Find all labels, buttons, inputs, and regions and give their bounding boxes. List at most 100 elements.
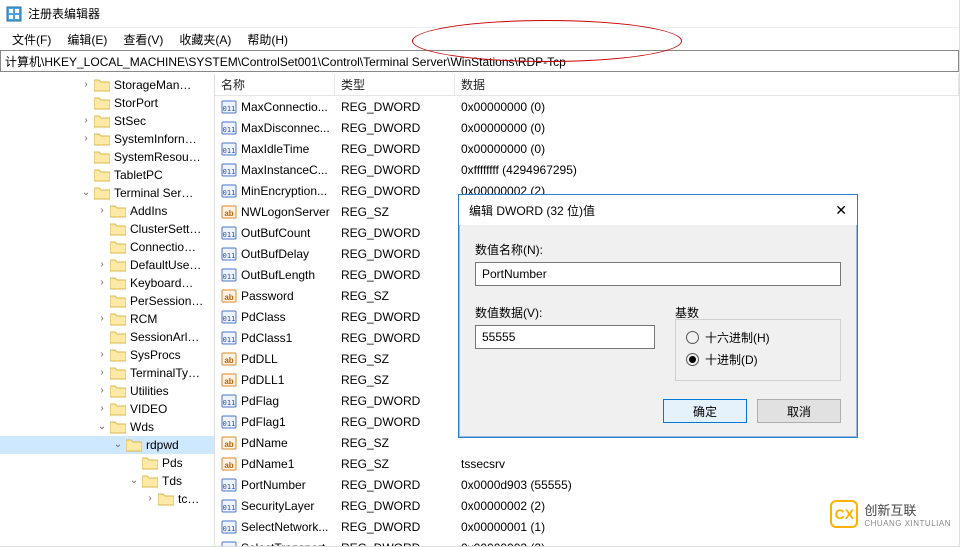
tree-item[interactable]: ›StorageMan… — [0, 76, 214, 94]
tree-item[interactable]: › Keyboard… — [0, 274, 214, 292]
radio-hex-icon[interactable] — [686, 331, 699, 344]
tree-item[interactable]: SystemResou… — [0, 148, 214, 166]
value-type: REG_SZ — [335, 205, 455, 219]
tree-item-label: Terminal Ser… — [114, 184, 193, 202]
base-fieldset: 十六进制(H) 十进制(D) — [675, 319, 841, 381]
menu-file[interactable]: 文件(F) — [4, 29, 59, 50]
radio-dec-row[interactable]: 十进制(D) — [686, 348, 830, 370]
svg-text:ab: ab — [224, 293, 233, 302]
chevron-right-icon[interactable]: › — [96, 256, 108, 274]
tree-item-label: tc… — [178, 490, 199, 508]
tree-item-label: RCM — [130, 310, 157, 328]
chevron-right-icon[interactable]: › — [80, 130, 92, 148]
chevron-down-icon[interactable]: ⌄ — [112, 436, 124, 454]
chevron-right-icon[interactable]: › — [96, 364, 108, 382]
string-value-icon: ab — [221, 204, 237, 220]
tree-item-label: VIDEO — [130, 400, 167, 418]
svg-text:011: 011 — [223, 168, 236, 176]
value-type: REG_DWORD — [335, 499, 455, 513]
table-row[interactable]: 011MaxIdleTimeREG_DWORD0x00000000 (0) — [215, 138, 959, 159]
tree-item[interactable]: ›Utilities — [0, 382, 214, 400]
value-name: OutBufDelay — [241, 247, 309, 261]
radio-hex-row[interactable]: 十六进制(H) — [686, 326, 830, 348]
chevron-down-icon[interactable]: ⌄ — [128, 472, 140, 490]
tree-item[interactable]: ⌄ Terminal Ser… — [0, 184, 214, 202]
address-bar[interactable]: 计算机\HKEY_LOCAL_MACHINE\SYSTEM\ControlSet… — [0, 50, 959, 72]
chevron-right-icon[interactable]: › — [144, 490, 156, 508]
value-type: REG_DWORD — [335, 142, 455, 156]
table-row[interactable]: 011MaxConnectio...REG_DWORD0x00000000 (0… — [215, 96, 959, 117]
value-type: REG_DWORD — [335, 268, 455, 282]
table-row[interactable]: 011PortNumberREG_DWORD0x0000d903 (55555) — [215, 474, 959, 495]
tree-item[interactable]: PerSession… — [0, 292, 214, 310]
col-header-type[interactable]: 类型 — [335, 74, 455, 95]
tree-item[interactable]: › VIDEO — [0, 400, 214, 418]
tree-item[interactable]: ClusterSett… — [0, 220, 214, 238]
chevron-right-icon[interactable]: › — [96, 400, 108, 418]
table-row[interactable]: 011SelectTransportREG_DWORD0x00000002 (2… — [215, 537, 959, 547]
chevron-right-icon[interactable]: › — [96, 382, 108, 400]
chevron-down-icon[interactable]: ⌄ — [80, 184, 92, 202]
tree-item[interactable]: ›TerminalTy… — [0, 364, 214, 382]
value-type: REG_SZ — [335, 289, 455, 303]
col-header-data[interactable]: 数据 — [455, 74, 959, 95]
tree-item[interactable]: Pds — [0, 454, 214, 472]
value-name: PdFlag1 — [241, 415, 286, 429]
value-type: REG_DWORD — [335, 226, 455, 240]
value-type: REG_DWORD — [335, 541, 455, 547]
value-data: 0xffffffff (4294967295) — [455, 163, 959, 177]
menu-help[interactable]: 帮助(H) — [239, 29, 296, 50]
value-type: REG_DWORD — [335, 394, 455, 408]
chevron-right-icon[interactable]: › — [80, 76, 92, 94]
tree-item[interactable]: ›SysProcs — [0, 346, 214, 364]
menu-view[interactable]: 查看(V) — [115, 29, 171, 50]
binary-value-icon: 011 — [221, 225, 237, 241]
value-type: REG_DWORD — [335, 247, 455, 261]
dialog-title-text: 编辑 DWORD (32 位)值 — [469, 202, 595, 219]
menu-edit[interactable]: 编辑(E) — [59, 29, 115, 50]
svg-text:011: 011 — [223, 105, 236, 113]
tree-item[interactable]: ›DefaultUse… — [0, 256, 214, 274]
table-row[interactable]: abPdName1REG_SZtssecsrv — [215, 453, 959, 474]
table-row[interactable]: 011MaxDisconnec...REG_DWORD0x00000000 (0… — [215, 117, 959, 138]
table-row[interactable]: 011MaxInstanceC...REG_DWORD0xffffffff (4… — [215, 159, 959, 180]
chevron-down-icon[interactable]: ⌄ — [96, 418, 108, 436]
chevron-right-icon[interactable]: › — [96, 346, 108, 364]
tree-pane[interactable]: ›StorageMan…StorPort›StSec›SystemInforn…… — [0, 74, 215, 547]
tree-item[interactable]: Connectio… — [0, 238, 214, 256]
chevron-right-icon[interactable]: › — [80, 112, 92, 130]
folder-icon — [94, 96, 110, 110]
dialog-titlebar[interactable]: 编辑 DWORD (32 位)值 ✕ — [459, 195, 857, 225]
binary-value-icon: 011 — [221, 330, 237, 346]
tree-item[interactable]: ›AddIns — [0, 202, 214, 220]
binary-value-icon: 011 — [221, 246, 237, 262]
value-name-field[interactable] — [475, 262, 841, 286]
col-header-name[interactable]: 名称 — [215, 74, 335, 95]
binary-value-icon: 011 — [221, 267, 237, 283]
value-data-field[interactable] — [475, 325, 655, 349]
cancel-button[interactable]: 取消 — [757, 399, 841, 423]
chevron-right-icon[interactable]: › — [96, 202, 108, 220]
string-value-icon: ab — [221, 288, 237, 304]
chevron-right-icon[interactable]: › — [96, 274, 108, 292]
radio-dec-icon[interactable] — [686, 353, 699, 366]
chevron-right-icon[interactable]: › — [96, 310, 108, 328]
tree-item[interactable]: ⌄Wds — [0, 418, 214, 436]
tree-item[interactable]: ⌄Tds — [0, 472, 214, 490]
value-type: REG_DWORD — [335, 520, 455, 534]
tree-item[interactable]: › RCM — [0, 310, 214, 328]
tree-item[interactable]: TabletPC — [0, 166, 214, 184]
tree-item[interactable]: ›StSec — [0, 112, 214, 130]
tree-item[interactable]: StorPort — [0, 94, 214, 112]
tree-item[interactable]: ›SystemInforn… — [0, 130, 214, 148]
tree-item[interactable]: SessionArl… — [0, 328, 214, 346]
value-type: REG_DWORD — [335, 184, 455, 198]
value-name: MaxConnectio... — [241, 100, 328, 114]
ok-button[interactable]: 确定 — [663, 399, 747, 423]
value-name: SelectNetwork... — [241, 520, 328, 534]
close-icon[interactable]: ✕ — [835, 202, 847, 219]
tree-item[interactable]: › tc… — [0, 490, 214, 508]
tree-item[interactable]: ⌄rdpwd — [0, 436, 214, 454]
menu-favorites[interactable]: 收藏夹(A) — [171, 29, 239, 50]
tree-item-label: Keyboard… — [130, 274, 193, 292]
